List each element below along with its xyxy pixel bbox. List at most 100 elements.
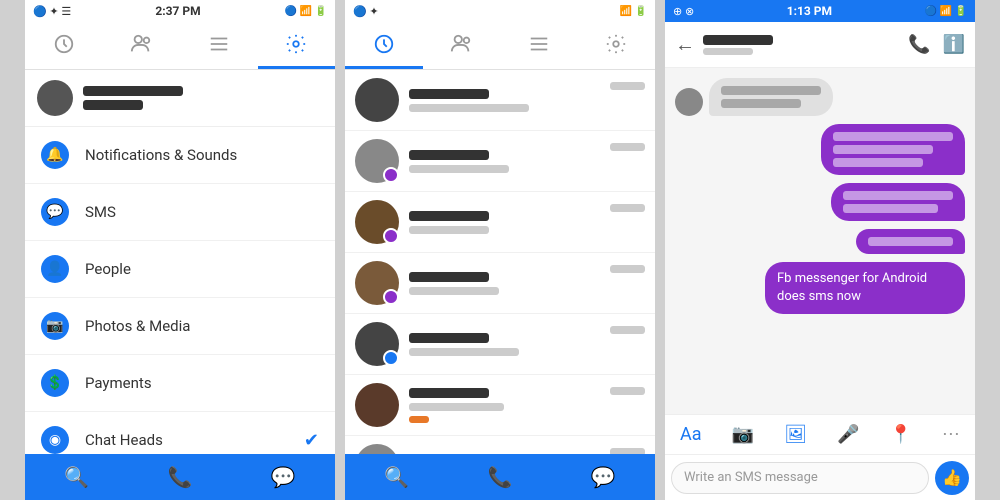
cl-bottom-search-icon[interactable]: 🔍 <box>377 457 417 497</box>
chat-msg-bar <box>409 348 519 356</box>
send-button[interactable]: 👍 <box>935 461 969 495</box>
tab-recent[interactable] <box>25 22 103 69</box>
status-time-settings: 2:37 PM <box>155 4 200 18</box>
cl-bottom-chat-icon[interactable]: 💬 <box>583 457 623 497</box>
list-item[interactable] <box>345 253 655 314</box>
list-item[interactable] <box>345 436 655 454</box>
people-icon: 👤 <box>41 255 69 283</box>
conversation-header: ← 📞 ℹ️ <box>665 22 975 68</box>
chat-name-bar <box>409 333 489 343</box>
chat-avatar <box>355 78 399 122</box>
input-bar: Write an SMS message 👍 <box>665 454 975 500</box>
image-icon[interactable]: 🖼 <box>784 424 807 445</box>
list-item[interactable] <box>345 314 655 375</box>
profile-name-block <box>83 86 183 110</box>
bottom-call-icon[interactable]: 📞 <box>160 457 200 497</box>
chat-info <box>409 89 645 112</box>
chat-avatar <box>355 261 399 305</box>
chat-name-bar <box>409 211 489 221</box>
chatlist-nav-tabs <box>345 22 655 70</box>
msg-bubble-incoming <box>709 78 833 116</box>
cl-tab-recent[interactable] <box>345 22 423 69</box>
sms-icon: 💬 <box>41 198 69 226</box>
chat-time-bar <box>610 387 645 395</box>
message-row-incoming <box>675 78 965 116</box>
chat-badge-messenger <box>383 289 399 305</box>
status-time-conversation: 1:13 PM <box>787 4 832 18</box>
mic-icon[interactable]: 🎤 <box>837 424 859 445</box>
msg-bubble-outgoing-3 <box>856 229 965 254</box>
chat-name-bar <box>409 272 489 282</box>
settings-item-photos[interactable]: 📷 Photos & Media <box>25 298 335 355</box>
bottom-chat-icon[interactable]: 💬 <box>263 457 303 497</box>
cl-tab-settings[interactable] <box>578 22 656 69</box>
chat-time-bar <box>610 82 645 90</box>
msg-bubble-outgoing-2 <box>831 183 965 221</box>
status-icons-left-conv: ⊕ ⊗ <box>673 5 694 18</box>
settings-panel: 🔵 ✦ ☰ 2:37 PM 🔵 📶 🔋 🔔 Notifications & So… <box>25 0 335 500</box>
sms-message-text: Fb messenger for Android does sms now <box>777 271 927 304</box>
chat-name-bar <box>409 388 489 398</box>
chat-name-bar <box>409 150 489 160</box>
list-item[interactable] <box>345 131 655 192</box>
call-icon[interactable]: 📞 <box>908 34 930 55</box>
list-item[interactable] <box>345 192 655 253</box>
status-bar-profile <box>83 100 143 110</box>
status-bar-conversation: ⊕ ⊗ 1:13 PM 🔵 📶 🔋 <box>665 0 975 22</box>
toolbar-row: Aa 📷 🖼 🎤 📍 ⋯ <box>665 414 975 454</box>
chat-avatar <box>355 322 399 366</box>
conversation-panel: ⊕ ⊗ 1:13 PM 🔵 📶 🔋 ← 📞 ℹ️ <box>665 0 975 500</box>
write-message-input[interactable]: Write an SMS message <box>671 462 929 494</box>
notifications-icon: 🔔 <box>41 141 69 169</box>
settings-nav-tabs <box>25 22 335 70</box>
more-icon[interactable]: ⋯ <box>942 424 960 445</box>
chat-msg-bar <box>409 104 529 112</box>
chatlist-panel: 🔵 ✦ 📶 🔋 <box>345 0 655 500</box>
chat-time-bar <box>610 204 645 212</box>
msg-bubble-outgoing-1 <box>821 124 965 175</box>
list-item[interactable] <box>345 70 655 131</box>
chat-badge-messenger <box>383 228 399 244</box>
info-icon[interactable]: ℹ️ <box>943 34 965 55</box>
notifications-label: Notifications & Sounds <box>85 146 319 164</box>
tab-list[interactable] <box>180 22 258 69</box>
chat-list <box>345 70 655 454</box>
chat-time-bar <box>610 326 645 334</box>
msg-avatar-small <box>675 88 703 116</box>
header-name-bar <box>703 35 773 45</box>
cl-tab-list[interactable] <box>500 22 578 69</box>
chat-avatar <box>355 444 399 454</box>
settings-item-payments[interactable]: 💲 Payments <box>25 355 335 412</box>
chatheads-label: Chat Heads <box>85 431 304 449</box>
tab-settings[interactable] <box>258 22 336 69</box>
location-icon[interactable]: 📍 <box>889 424 911 445</box>
cl-bottom-call-icon[interactable]: 📞 <box>480 457 520 497</box>
bottom-search-icon[interactable]: 🔍 <box>57 457 97 497</box>
chat-info <box>409 333 645 356</box>
settings-bottom-bar: 🔍 📞 💬 <box>25 454 335 500</box>
msg-bubble-sms: Fb messenger for Android does sms now <box>765 262 965 314</box>
list-item[interactable] <box>345 375 655 436</box>
chat-info <box>409 150 645 173</box>
settings-item-sms[interactable]: 💬 SMS <box>25 184 335 241</box>
camera-icon[interactable]: 📷 <box>732 424 754 445</box>
settings-menu: 🔔 Notifications & Sounds 💬 SMS 👤 People … <box>25 127 335 454</box>
cl-tab-people[interactable] <box>423 22 501 69</box>
chatheads-icon: ◉ <box>41 426 69 454</box>
header-status-bar <box>703 48 753 55</box>
name-bar <box>83 86 183 96</box>
keyboard-icon[interactable]: Aa <box>680 424 702 445</box>
settings-item-chatheads[interactable]: ◉ Chat Heads ✔ <box>25 412 335 454</box>
settings-item-people[interactable]: 👤 People <box>25 241 335 298</box>
settings-item-notifications[interactable]: 🔔 Notifications & Sounds <box>25 127 335 184</box>
sms-label: SMS <box>85 203 319 221</box>
chat-badge-fb <box>383 350 399 366</box>
chatlist-bottom-bar: 🔍 📞 💬 <box>345 454 655 500</box>
avatar <box>37 80 73 116</box>
message-row-sms: Fb messenger for Android does sms now <box>675 262 965 314</box>
chat-avatar <box>355 139 399 183</box>
tab-people[interactable] <box>103 22 181 69</box>
back-button[interactable]: ← <box>675 32 695 57</box>
chat-avatar <box>355 383 399 427</box>
chat-name-bar <box>409 89 489 99</box>
